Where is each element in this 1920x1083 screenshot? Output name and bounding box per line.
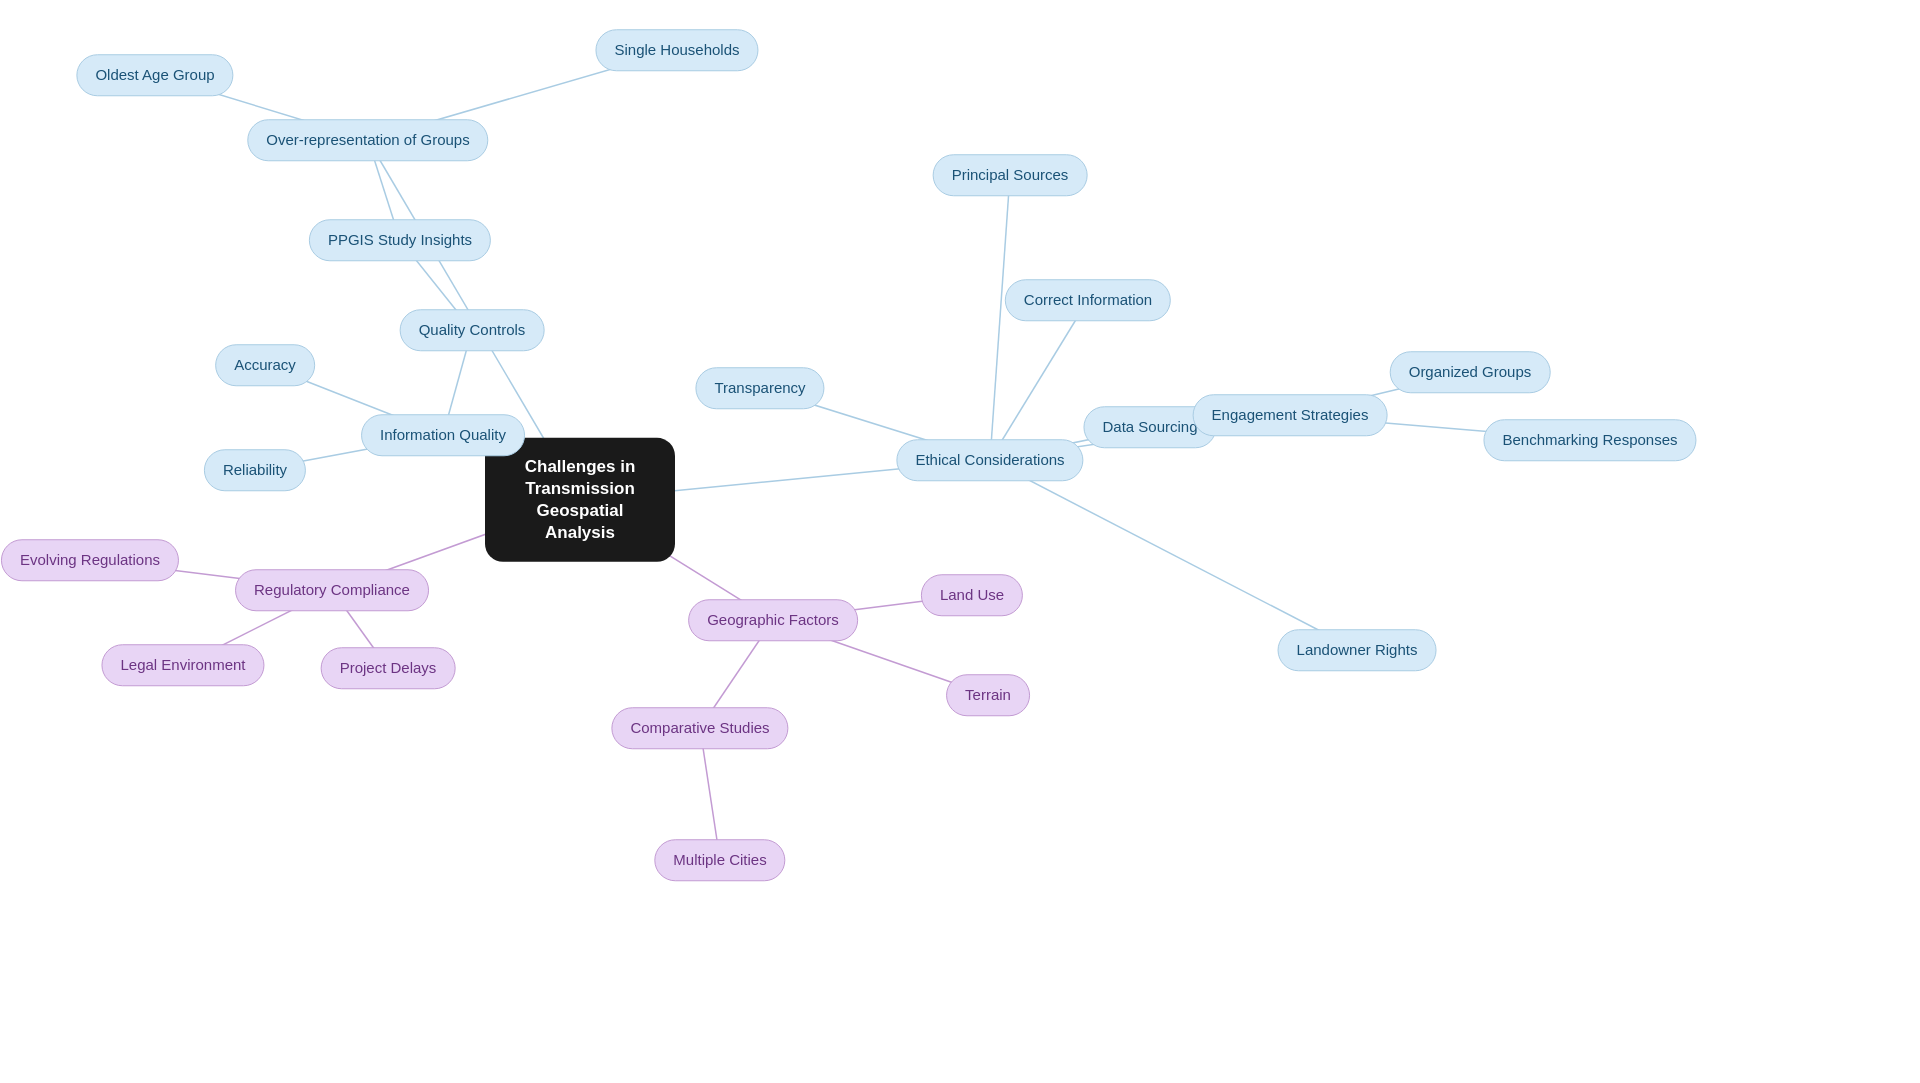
node-information_quality[interactable]: Information Quality: [361, 414, 525, 456]
node-legal_environment[interactable]: Legal Environment: [101, 644, 264, 686]
node-over_representation[interactable]: Over-representation of Groups: [247, 119, 488, 161]
node-single_households[interactable]: Single Households: [595, 29, 758, 71]
node-terrain[interactable]: Terrain: [946, 674, 1030, 716]
node-ppgis_study[interactable]: PPGIS Study Insights: [309, 219, 491, 261]
node-quality_controls[interactable]: Quality Controls: [400, 309, 545, 351]
node-correct_information[interactable]: Correct Information: [1005, 279, 1171, 321]
node-engagement_strategies[interactable]: Engagement Strategies: [1193, 394, 1388, 436]
node-organized_groups[interactable]: Organized Groups: [1390, 351, 1551, 393]
node-ethical_considerations[interactable]: Ethical Considerations: [896, 439, 1083, 481]
node-reliability[interactable]: Reliability: [204, 449, 306, 491]
node-multiple_cities[interactable]: Multiple Cities: [654, 839, 785, 881]
node-comparative_studies[interactable]: Comparative Studies: [611, 707, 788, 749]
node-benchmarking[interactable]: Benchmarking Responses: [1483, 419, 1696, 461]
node-accuracy[interactable]: Accuracy: [215, 344, 315, 386]
svg-line-10: [990, 175, 1010, 460]
node-evolving_regulations[interactable]: Evolving Regulations: [1, 539, 179, 581]
node-landowner_rights[interactable]: Landowner Rights: [1278, 629, 1437, 671]
node-land_use[interactable]: Land Use: [921, 574, 1023, 616]
node-geographic_factors[interactable]: Geographic Factors: [688, 599, 858, 641]
node-center[interactable]: Challenges in Transmission Geospatial An…: [485, 438, 675, 562]
node-regulatory_compliance[interactable]: Regulatory Compliance: [235, 569, 429, 611]
node-transparency[interactable]: Transparency: [695, 367, 824, 409]
svg-line-11: [990, 300, 1088, 460]
svg-line-15: [990, 460, 1357, 650]
node-principal_sources[interactable]: Principal Sources: [933, 154, 1088, 196]
mind-map: Challenges in Transmission Geospatial An…: [0, 0, 1920, 1083]
node-project_delays[interactable]: Project Delays: [321, 647, 456, 689]
node-oldest_age_group[interactable]: Oldest Age Group: [76, 54, 233, 96]
